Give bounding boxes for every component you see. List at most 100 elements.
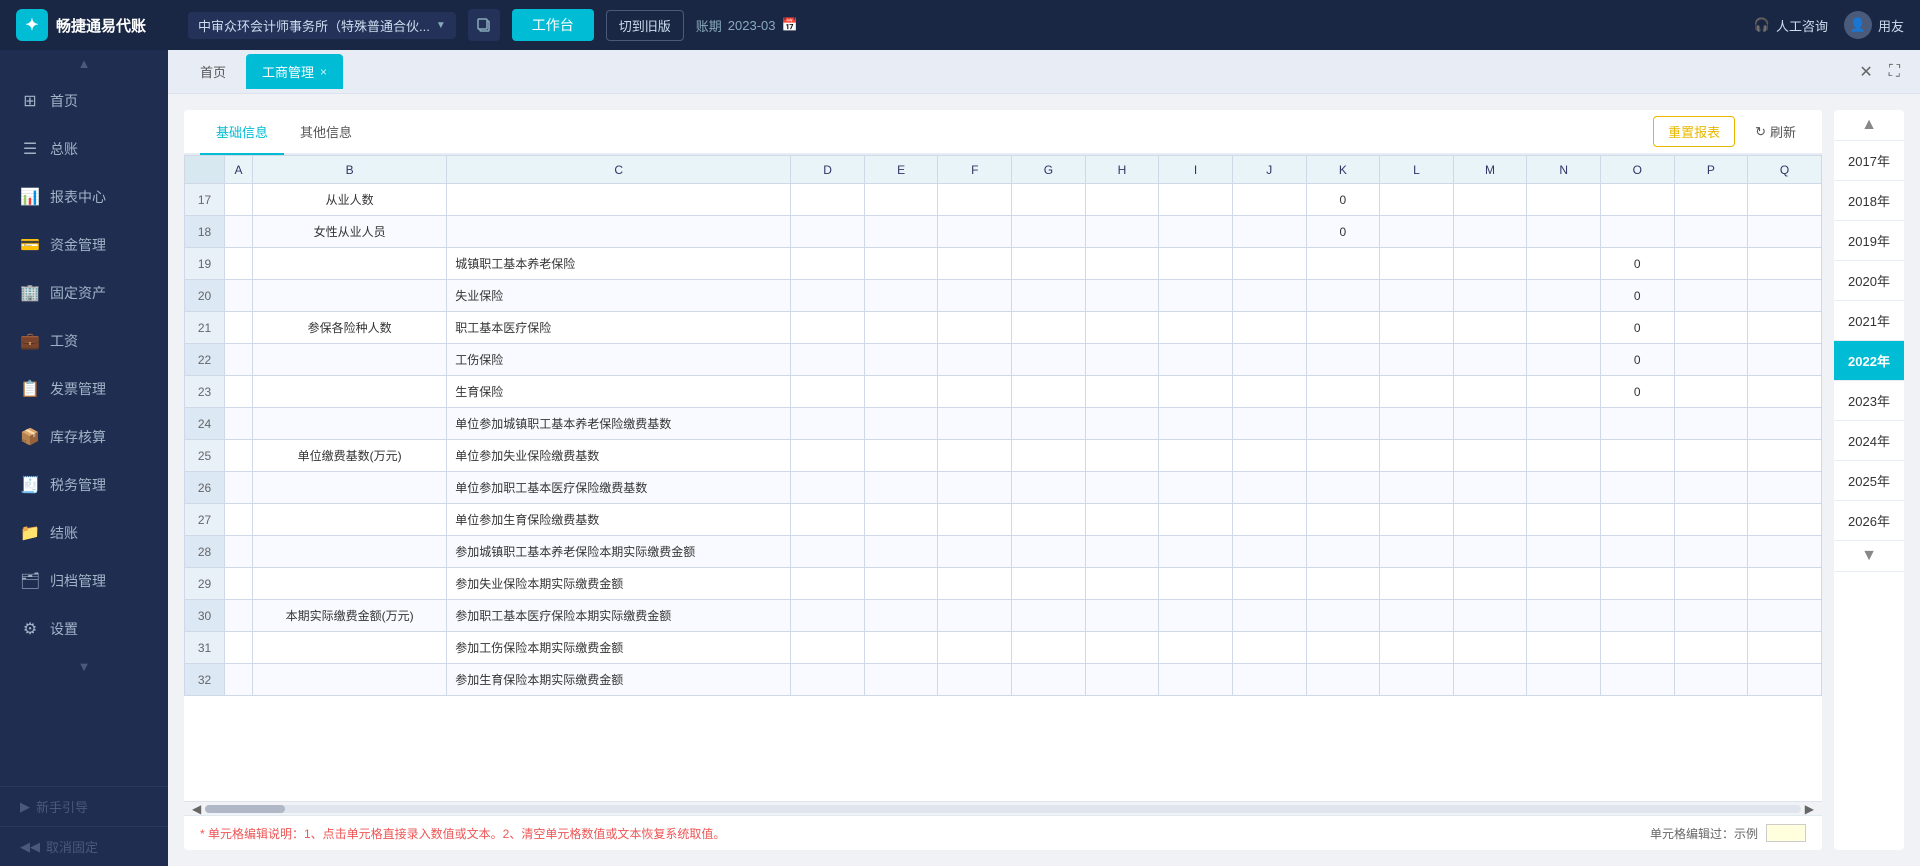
cell-31-f[interactable] xyxy=(938,632,1012,664)
cell-19-q[interactable] xyxy=(1748,248,1822,280)
cell-28-f[interactable] xyxy=(938,536,1012,568)
cell-27-i[interactable] xyxy=(1159,504,1233,536)
cell-25-g[interactable] xyxy=(1012,440,1086,472)
cell-22-j[interactable] xyxy=(1232,344,1306,376)
cell-32-q[interactable] xyxy=(1748,664,1822,696)
cell-18-e[interactable] xyxy=(864,216,938,248)
cell-20-c[interactable]: 失业保险 xyxy=(447,280,791,312)
cell-17-o[interactable] xyxy=(1600,184,1674,216)
cell-30-e[interactable] xyxy=(864,600,938,632)
cell-22-d[interactable] xyxy=(791,344,865,376)
cell-26-k[interactable] xyxy=(1306,472,1380,504)
cell-21-q[interactable] xyxy=(1748,312,1822,344)
cell-27-m[interactable] xyxy=(1453,504,1527,536)
cell-17-k[interactable]: 0 xyxy=(1306,184,1380,216)
cell-32-a[interactable] xyxy=(225,664,253,696)
cell-21-b[interactable]: 参保各险种人数 xyxy=(253,312,447,344)
cell-20-p[interactable] xyxy=(1674,280,1748,312)
cell-29-k[interactable] xyxy=(1306,568,1380,600)
cell-27-j[interactable] xyxy=(1232,504,1306,536)
sidebar-item-home[interactable]: ⊞ 首页 xyxy=(0,77,168,125)
cell-17-g[interactable] xyxy=(1012,184,1086,216)
cell-22-m[interactable] xyxy=(1453,344,1527,376)
cell-17-j[interactable] xyxy=(1232,184,1306,216)
cell-31-j[interactable] xyxy=(1232,632,1306,664)
cell-22-h[interactable] xyxy=(1085,344,1159,376)
cell-22-g[interactable] xyxy=(1012,344,1086,376)
cell-27-o[interactable] xyxy=(1600,504,1674,536)
year-2019[interactable]: 2019年 xyxy=(1834,221,1904,261)
cell-18-q[interactable] xyxy=(1748,216,1822,248)
cell-28-h[interactable] xyxy=(1085,536,1159,568)
sidebar-item-tax[interactable]: 🧾 税务管理 xyxy=(0,461,168,509)
cell-20-g[interactable] xyxy=(1012,280,1086,312)
cell-20-i[interactable] xyxy=(1159,280,1233,312)
tab-basic-info[interactable]: 基础信息 xyxy=(200,110,284,155)
cell-29-b[interactable] xyxy=(253,568,447,600)
consult-button[interactable]: 🎧 人工咨询 xyxy=(1754,16,1828,35)
cell-27-a[interactable] xyxy=(225,504,253,536)
sidebar-item-report[interactable]: 📊 报表中心 xyxy=(0,173,168,221)
cell-26-e[interactable] xyxy=(864,472,938,504)
cell-25-c[interactable]: 单位参加失业保险缴费基数 xyxy=(447,440,791,472)
cell-29-d[interactable] xyxy=(791,568,865,600)
cell-21-h[interactable] xyxy=(1085,312,1159,344)
cell-18-f[interactable] xyxy=(938,216,1012,248)
cell-24-p[interactable] xyxy=(1674,408,1748,440)
cell-27-p[interactable] xyxy=(1674,504,1748,536)
cell-21-o[interactable]: 0 xyxy=(1600,312,1674,344)
cell-30-q[interactable] xyxy=(1748,600,1822,632)
cell-23-f[interactable] xyxy=(938,376,1012,408)
cell-23-n[interactable] xyxy=(1527,376,1601,408)
year-scroll-down[interactable]: ▼ xyxy=(1834,541,1904,572)
cell-18-h[interactable] xyxy=(1085,216,1159,248)
cell-17-e[interactable] xyxy=(864,184,938,216)
cell-19-b[interactable] xyxy=(253,248,447,280)
cell-29-a[interactable] xyxy=(225,568,253,600)
new-user-guide[interactable]: ▶ 新手引导 xyxy=(0,786,168,826)
cell-26-n[interactable] xyxy=(1527,472,1601,504)
cell-24-e[interactable] xyxy=(864,408,938,440)
maximize-icon[interactable]: ⛶ xyxy=(1885,59,1904,85)
cell-20-k[interactable] xyxy=(1306,280,1380,312)
cell-31-a[interactable] xyxy=(225,632,253,664)
cell-19-p[interactable] xyxy=(1674,248,1748,280)
cell-17-c[interactable] xyxy=(447,184,791,216)
cell-17-d[interactable] xyxy=(791,184,865,216)
cell-25-i[interactable] xyxy=(1159,440,1233,472)
cell-23-m[interactable] xyxy=(1453,376,1527,408)
cell-20-h[interactable] xyxy=(1085,280,1159,312)
cell-28-c[interactable]: 参加城镇职工基本养老保险本期实际缴费金额 xyxy=(447,536,791,568)
cell-27-k[interactable] xyxy=(1306,504,1380,536)
company-selector[interactable]: 中审众环会计师事务所（特殊普通合伙... ▼ xyxy=(188,12,456,39)
cell-32-i[interactable] xyxy=(1159,664,1233,696)
cell-23-e[interactable] xyxy=(864,376,938,408)
cell-21-a[interactable] xyxy=(225,312,253,344)
cell-28-o[interactable] xyxy=(1600,536,1674,568)
cell-29-o[interactable] xyxy=(1600,568,1674,600)
cell-22-o[interactable]: 0 xyxy=(1600,344,1674,376)
cell-22-p[interactable] xyxy=(1674,344,1748,376)
cell-29-p[interactable] xyxy=(1674,568,1748,600)
cell-27-f[interactable] xyxy=(938,504,1012,536)
cell-19-i[interactable] xyxy=(1159,248,1233,280)
cell-20-b[interactable] xyxy=(253,280,447,312)
cell-19-d[interactable] xyxy=(791,248,865,280)
cell-22-a[interactable] xyxy=(225,344,253,376)
cell-24-o[interactable] xyxy=(1600,408,1674,440)
cell-31-l[interactable] xyxy=(1380,632,1454,664)
cell-28-n[interactable] xyxy=(1527,536,1601,568)
cell-27-h[interactable] xyxy=(1085,504,1159,536)
cell-19-f[interactable] xyxy=(938,248,1012,280)
cell-18-b[interactable]: 女性从业人员 xyxy=(253,216,447,248)
cell-20-n[interactable] xyxy=(1527,280,1601,312)
cell-31-h[interactable] xyxy=(1085,632,1159,664)
cell-32-n[interactable] xyxy=(1527,664,1601,696)
year-2025[interactable]: 2025年 xyxy=(1834,461,1904,501)
cell-20-m[interactable] xyxy=(1453,280,1527,312)
cell-22-q[interactable] xyxy=(1748,344,1822,376)
cell-28-i[interactable] xyxy=(1159,536,1233,568)
cell-25-k[interactable] xyxy=(1306,440,1380,472)
cell-25-a[interactable] xyxy=(225,440,253,472)
cell-25-l[interactable] xyxy=(1380,440,1454,472)
